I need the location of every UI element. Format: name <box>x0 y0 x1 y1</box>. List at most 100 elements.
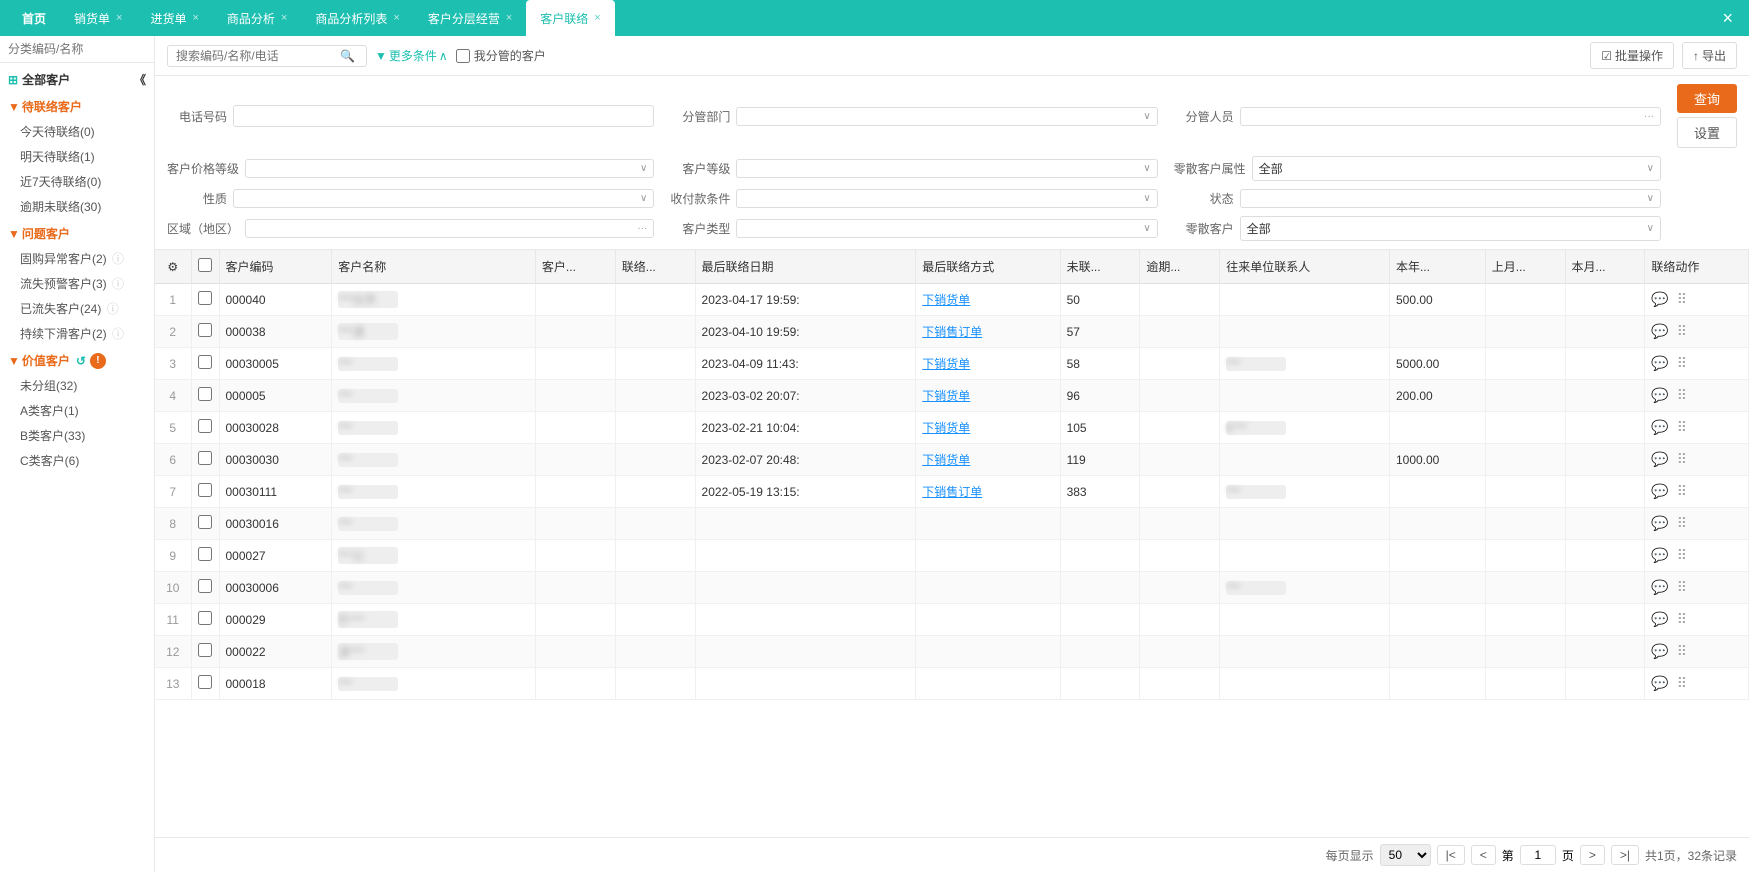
more-action-icon[interactable]: ⠿ <box>1677 419 1687 436</box>
page-number-input[interactable] <box>1520 845 1556 865</box>
tab-product-list[interactable]: 商品分析列表 × <box>301 0 413 36</box>
sidebar-item-tomorrow-pending[interactable]: 明天待联络(1) <box>0 144 154 169</box>
sidebar-item-today-pending[interactable]: 今天待联络(0) <box>0 119 154 144</box>
more-conditions-btn[interactable]: ▼ 更多条件 ∧ <box>375 47 448 64</box>
row-checkbox-cell[interactable] <box>191 284 219 316</box>
last-method-link[interactable]: 下销售订单 <box>922 485 982 499</box>
chat-icon[interactable]: 💬 <box>1651 611 1668 628</box>
close-customer-layer-tab[interactable]: × <box>506 12 512 24</box>
my-customers-check[interactable] <box>456 49 470 63</box>
row-checkbox-cell[interactable] <box>191 668 219 700</box>
next-page-btn[interactable]: > <box>1580 845 1605 865</box>
close-product-tab[interactable]: × <box>281 12 287 24</box>
row-select-checkbox[interactable] <box>198 675 212 689</box>
retail-attr-select[interactable]: 全部 ∨ <box>1252 156 1661 181</box>
sidebar-item-class-c[interactable]: C类客户(6) <box>0 448 154 473</box>
prev-page-btn[interactable]: < <box>1471 845 1496 865</box>
row-select-checkbox[interactable] <box>198 355 212 369</box>
last-method-link[interactable]: 下销货单 <box>922 421 970 435</box>
tab-product-analysis[interactable]: 商品分析 × <box>213 0 301 36</box>
this-month-col-header[interactable]: 本月... <box>1565 250 1645 284</box>
this-year-col-header[interactable]: 本年... <box>1389 250 1485 284</box>
row-last-method[interactable] <box>916 636 1060 668</box>
close-purchase-tab[interactable]: × <box>192 12 198 24</box>
all-customers-header[interactable]: ⊞ 全部客户 《 <box>0 63 154 92</box>
sidebar-item-7day-pending[interactable]: 近7天待联络(0) <box>0 169 154 194</box>
batch-ops-btn[interactable]: ☑ 批量操作 <box>1590 42 1674 69</box>
more-action-icon[interactable]: ⠿ <box>1677 387 1687 404</box>
category-search-input[interactable] <box>8 42 155 56</box>
more-action-icon[interactable]: ⠿ <box>1677 451 1687 468</box>
last-date-col-header[interactable]: 最后联络日期 <box>695 250 916 284</box>
row-last-method[interactable] <box>916 572 1060 604</box>
reset-btn[interactable]: 设置 <box>1677 117 1737 148</box>
tab-customer-contact[interactable]: 客户联络 × <box>526 0 614 36</box>
sidebar-item-no-group[interactable]: 未分组(32) <box>0 373 154 398</box>
settings-col-header[interactable]: ⚙ <box>155 250 191 284</box>
refresh-icon[interactable]: ↺ <box>76 354 86 368</box>
row-select-checkbox[interactable] <box>198 451 212 465</box>
row-select-checkbox[interactable] <box>198 323 212 337</box>
last-method-col-header[interactable]: 最后联络方式 <box>916 250 1060 284</box>
code-col-header[interactable]: 客户编码 <box>219 250 332 284</box>
dept-select[interactable]: ∨ <box>736 107 1157 126</box>
chat-icon[interactable]: 💬 <box>1651 675 1668 692</box>
sidebar-item-class-b[interactable]: B类客户(33) <box>0 423 154 448</box>
row-last-method[interactable]: 下销货单 <box>916 380 1060 412</box>
main-search-input[interactable] <box>176 49 336 63</box>
overdue-col-header[interactable]: 逾期... <box>1140 250 1220 284</box>
row-select-checkbox[interactable] <box>198 291 212 305</box>
type-col-header[interactable]: 客户... <box>535 250 615 284</box>
row-checkbox-cell[interactable] <box>191 572 219 604</box>
chat-icon[interactable]: 💬 <box>1651 419 1668 436</box>
last-method-link[interactable]: 下销货单 <box>922 389 970 403</box>
more-action-icon[interactable]: ⠿ <box>1677 515 1687 532</box>
row-checkbox-cell[interactable] <box>191 540 219 572</box>
sidebar-item-overdue-pending[interactable]: 逾期未联络(30) <box>0 194 154 219</box>
row-select-checkbox[interactable] <box>198 547 212 561</box>
row-select-checkbox[interactable] <box>198 419 212 433</box>
sidebar-item-class-a[interactable]: A类客户(1) <box>0 398 154 423</box>
chat-icon[interactable]: 💬 <box>1651 355 1668 372</box>
customer-type-select[interactable]: ∨ <box>736 219 1157 238</box>
window-close-btn[interactable]: × <box>1714 8 1741 29</box>
row-select-checkbox[interactable] <box>198 579 212 593</box>
row-checkbox-cell[interactable] <box>191 316 219 348</box>
chat-icon[interactable]: 💬 <box>1651 387 1668 404</box>
close-sales-tab[interactable]: × <box>116 12 122 24</box>
last-method-link[interactable]: 下销货单 <box>922 357 970 371</box>
row-last-method[interactable]: 下销货单 <box>916 444 1060 476</box>
more-action-icon[interactable]: ⠿ <box>1677 611 1687 628</box>
status-select[interactable]: ∨ <box>1240 189 1661 208</box>
retail-customer-select[interactable]: 全部 ∨ <box>1240 216 1661 241</box>
sidebar-item-abnormal[interactable]: 固购异常客户(2) ⓘ <box>0 246 154 271</box>
row-last-method[interactable]: 下销售订单 <box>916 476 1060 508</box>
my-customers-checkbox[interactable]: 我分管的客户 <box>456 47 546 64</box>
row-select-checkbox[interactable] <box>198 611 212 625</box>
sidebar-item-loss-warning[interactable]: 流失预警客户(3) ⓘ <box>0 271 154 296</box>
chat-icon[interactable]: 💬 <box>1651 323 1668 340</box>
sidebar-collapse-icon[interactable]: 《 <box>134 71 146 88</box>
search-submit-icon[interactable]: 🔍 <box>340 49 355 63</box>
more-action-icon[interactable]: ⠿ <box>1677 291 1687 308</box>
customer-level-select[interactable]: ∨ <box>736 159 1157 178</box>
more-action-icon[interactable]: ⠿ <box>1677 675 1687 692</box>
value-group-header[interactable]: ▼ 价值客户 ↺ ! <box>0 346 154 373</box>
last-method-link[interactable]: 下销货单 <box>922 453 970 467</box>
page-size-select[interactable]: 50 100 <box>1380 844 1431 866</box>
chat-icon[interactable]: 💬 <box>1651 547 1668 564</box>
export-btn[interactable]: ↑ 导出 <box>1682 42 1737 69</box>
last-month-col-header[interactable]: 上月... <box>1485 250 1565 284</box>
sidebar-item-lost[interactable]: 已流失客户(24) ⓘ <box>0 296 154 321</box>
row-checkbox-cell[interactable] <box>191 508 219 540</box>
row-last-method[interactable] <box>916 668 1060 700</box>
more-action-icon[interactable]: ⠿ <box>1677 355 1687 372</box>
chat-icon[interactable]: 💬 <box>1651 579 1668 596</box>
unit-contact-col-header[interactable]: 往来单位联系人 <box>1220 250 1390 284</box>
row-checkbox-cell[interactable] <box>191 476 219 508</box>
row-last-method[interactable] <box>916 508 1060 540</box>
name-col-header[interactable]: 客户名称 <box>332 250 536 284</box>
row-last-method[interactable] <box>916 540 1060 572</box>
row-select-checkbox[interactable] <box>198 643 212 657</box>
last-page-btn[interactable]: >| <box>1611 845 1639 865</box>
